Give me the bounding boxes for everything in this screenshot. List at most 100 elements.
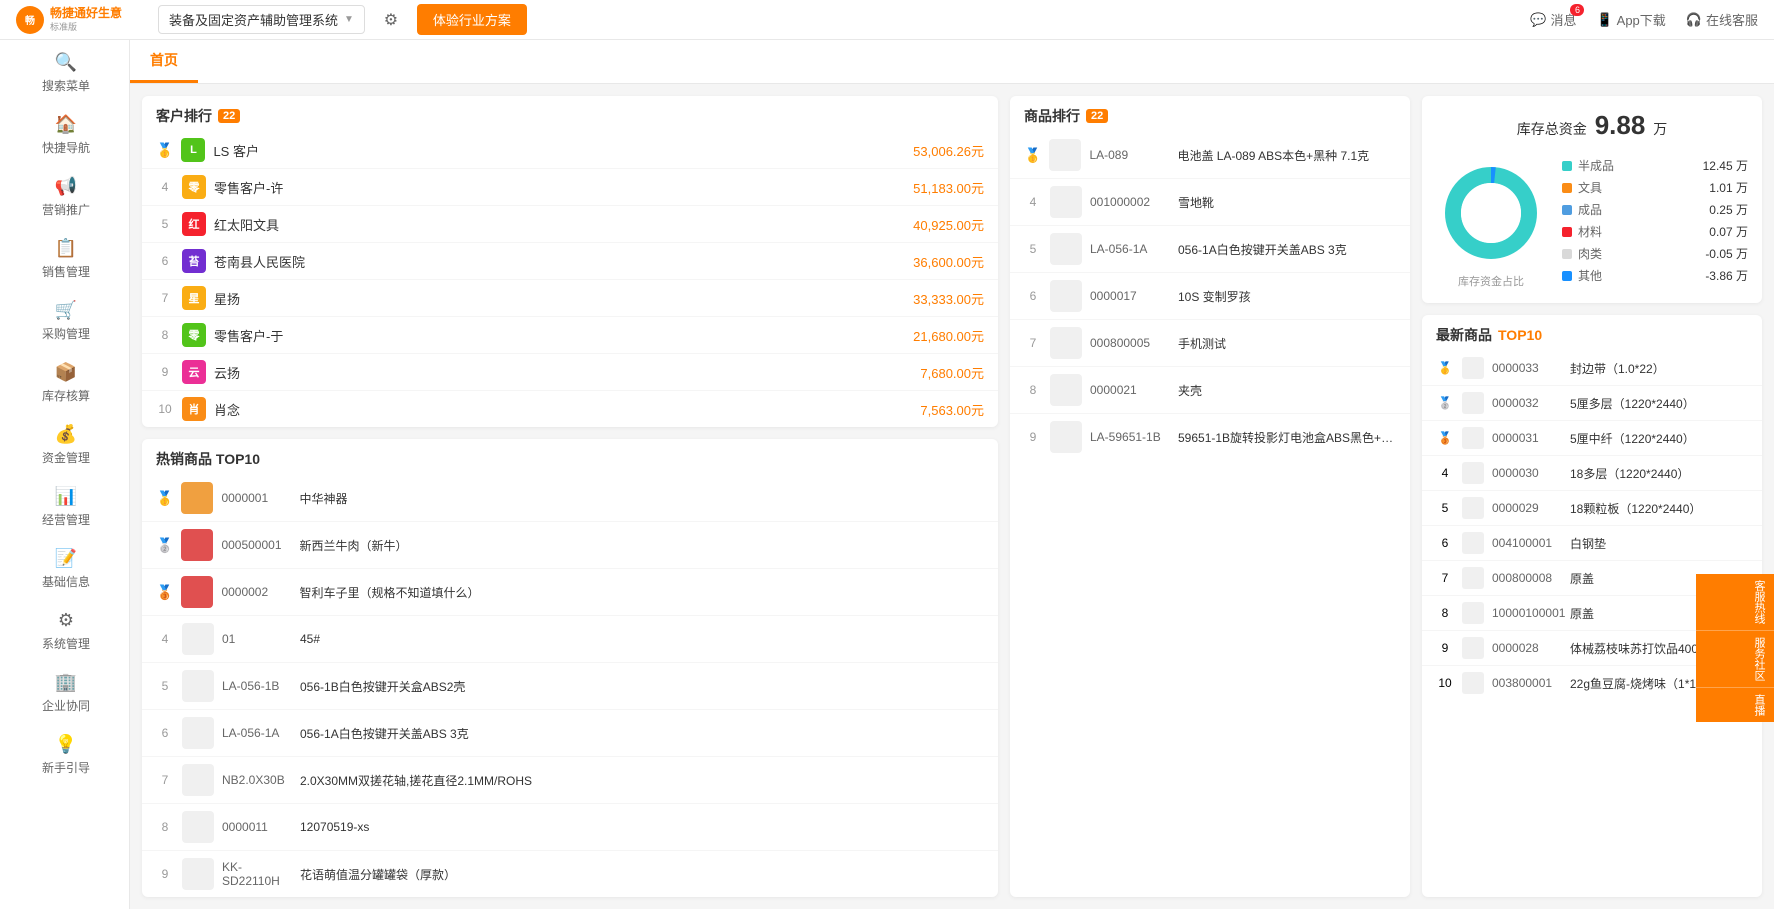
top-right-area: 💬 消息 6 📱 App下载 🎧 在线客服 — [1530, 10, 1758, 29]
mobile-icon: 📱 — [1596, 12, 1612, 28]
sidebar-item-guide[interactable]: 💡 新手引导 — [0, 722, 129, 784]
legend-dot — [1562, 205, 1572, 215]
marketing-icon: 📢 — [55, 176, 77, 197]
latest-products-header: 最新商品 TOP10 — [1422, 315, 1762, 351]
list-item: 9 KK-SD22110H 花语萌值温分罐罐袋（厚款） — [142, 851, 998, 897]
logo-icon: 畅 — [16, 6, 44, 34]
medal-icon: 🥈 — [156, 537, 173, 554]
app-download-item[interactable]: 📱 App下载 — [1596, 10, 1665, 29]
product-image — [182, 764, 214, 796]
sidebar-item-purchase[interactable]: 🛒 采购管理 — [0, 288, 129, 350]
settings-icon[interactable]: ⚙ — [377, 6, 405, 34]
sidebar-item-search[interactable]: 🔍 搜索菜单 — [0, 40, 129, 102]
medal-icon: 🥇 — [156, 142, 173, 159]
product-image — [181, 482, 213, 514]
guide-icon: 💡 — [55, 734, 77, 755]
medal-icon: 🥉 — [156, 584, 173, 601]
product-image — [1462, 462, 1484, 484]
hot-products-header: 热销商品 TOP10 — [142, 439, 998, 475]
sidebar: 🔍 搜索菜单 🏠 快捷导航 📢 营销推广 📋 销售管理 🛒 采购管理 📦 库存核… — [0, 40, 130, 909]
product-image — [1462, 602, 1484, 624]
inventory-card: 库存总资金 9.88 万 — [1422, 96, 1762, 303]
search-icon: 🔍 — [55, 52, 77, 73]
list-item: 9 云 云扬 7,680.00元 — [142, 354, 998, 391]
customer-badge: 22 — [218, 109, 240, 123]
left-column: 客户排行 22 🥇 L LS 客户 53,006.26元 4 — [142, 96, 998, 897]
sidebar-item-inventory[interactable]: 📦 库存核算 — [0, 350, 129, 412]
hot-products-title: 热销商品 TOP10 — [156, 449, 260, 469]
list-item: 🥇 LA-089 电池盖 LA-089 ABS本色+黑种 7.1克 — [1010, 132, 1410, 179]
messages-item[interactable]: 💬 消息 6 — [1530, 10, 1576, 29]
live-stream-btn[interactable]: 直播 — [1696, 688, 1774, 722]
avatar: 云 — [182, 360, 206, 384]
customer-ranking-title: 客户排行 22 — [156, 106, 240, 126]
sidebar-item-finance[interactable]: 💰 资金管理 — [0, 412, 129, 474]
trial-button[interactable]: 体验行业方案 — [417, 4, 527, 35]
list-item: 6 苔 苍南县人民医院 36,600.00元 — [142, 243, 998, 280]
product-image — [1050, 421, 1082, 453]
product-image — [1050, 327, 1082, 359]
finance-icon: 💰 — [55, 424, 77, 445]
product-image — [1462, 497, 1484, 519]
system-icon: ⚙ — [58, 610, 74, 631]
product-image — [1462, 357, 1484, 379]
sidebar-item-sales[interactable]: 📋 销售管理 — [0, 226, 129, 288]
message-icon: 💬 — [1530, 12, 1546, 28]
main-content: 首页 客户排行 22 🥇 L — [130, 40, 1774, 909]
medal-icon: 🥇 — [156, 490, 173, 507]
product-image — [1462, 637, 1484, 659]
content-area: 客户排行 22 🥇 L LS 客户 53,006.26元 4 — [130, 84, 1774, 909]
list-item: 🥉 0000002 智利车子里（规格不知道填什么） — [142, 569, 998, 616]
float-service: 客服热线 服务社区 直播 — [1696, 574, 1774, 722]
list-item: 7 NB2.0X30B 2.0X30MM双搓花轴,搓花直径2.1MM/ROHS — [142, 757, 998, 804]
sidebar-item-quicknav[interactable]: 🏠 快捷导航 — [0, 102, 129, 164]
list-item: 🥇 L LS 客户 53,006.26元 — [142, 132, 998, 169]
product-image — [1050, 280, 1082, 312]
legend-item: 半成品 12.45 万 — [1562, 157, 1748, 174]
logo-area: 畅 畅捷通好生意 标准版 — [16, 6, 146, 34]
product-image — [182, 717, 214, 749]
right-column: 库存总资金 9.88 万 — [1422, 96, 1762, 897]
medal-icon: 🥉 — [1436, 431, 1454, 445]
list-item: 5 0000029 18颗粒板（1220*2440） — [1422, 491, 1762, 526]
avatar: 零 — [182, 175, 206, 199]
layout: 🔍 搜索菜单 🏠 快捷导航 📢 营销推广 📋 销售管理 🛒 采购管理 📦 库存核… — [0, 0, 1774, 909]
product-image — [182, 670, 214, 702]
hot-products-list: 🥇 0000001 中华神器 🥈 000500001 新西兰牛肉（新牛） — [142, 475, 998, 897]
list-item: 8 零 零售客户-于 21,680.00元 — [142, 317, 998, 354]
avatar: 苔 — [182, 249, 206, 273]
tab-home[interactable]: 首页 — [130, 40, 198, 83]
latest-products-title: 最新商品 TOP10 — [1436, 325, 1542, 345]
inventory-icon: 📦 — [55, 362, 77, 383]
list-item: 🥇 0000001 中华神器 — [142, 475, 998, 522]
customer-service-btn[interactable]: 客服热线 — [1696, 574, 1774, 631]
list-item: 4 零 零售客户-许 51,183.00元 — [142, 169, 998, 206]
legend-dot — [1562, 183, 1572, 193]
sidebar-item-enterprise[interactable]: 🏢 企业协同 — [0, 660, 129, 722]
service-community-btn[interactable]: 服务社区 — [1696, 631, 1774, 688]
sidebar-item-system[interactable]: ⚙ 系统管理 — [0, 598, 129, 660]
donut-legend: 半成品 12.45 万 文具 1.01 万 成品 0 — [1562, 157, 1748, 289]
product-image — [1050, 233, 1082, 265]
sidebar-item-operation[interactable]: 📊 经营管理 — [0, 474, 129, 536]
list-item: 8 0000011 12070519-xs — [142, 804, 998, 851]
medal-icon: 🥇 — [1436, 361, 1454, 375]
list-item: 🥈 000500001 新西兰牛肉（新牛） — [142, 522, 998, 569]
enterprise-icon: 🏢 — [55, 672, 77, 693]
medal-icon: 🥇 — [1024, 147, 1041, 164]
product-image — [182, 623, 214, 655]
product-image — [1050, 374, 1082, 406]
sidebar-item-marketing[interactable]: 📢 营销推广 — [0, 164, 129, 226]
online-service-item[interactable]: 🎧 在线客服 — [1686, 10, 1758, 29]
headset-icon: 🎧 — [1686, 12, 1702, 28]
avatar: 星 — [182, 286, 206, 310]
list-item: 🥇 0000033 封边带（1.0*22） — [1422, 351, 1762, 386]
sidebar-item-basic[interactable]: 📝 基础信息 — [0, 536, 129, 598]
list-item: 🥉 0000031 5厘中纤（1220*2440） — [1422, 421, 1762, 456]
list-item: 6 LA-056-1A 056-1A白色按键开关盖ABS 3克 — [142, 710, 998, 757]
list-item: 9 LA-59651-1B 59651-1B旋转投影灯电池盒ABS黑色+58克 — [1010, 414, 1410, 460]
product-image — [181, 529, 213, 561]
system-selector[interactable]: 装备及固定资产辅助管理系统 ▼ — [158, 5, 365, 34]
sales-icon: 📋 — [55, 238, 77, 259]
product-image — [182, 858, 214, 890]
